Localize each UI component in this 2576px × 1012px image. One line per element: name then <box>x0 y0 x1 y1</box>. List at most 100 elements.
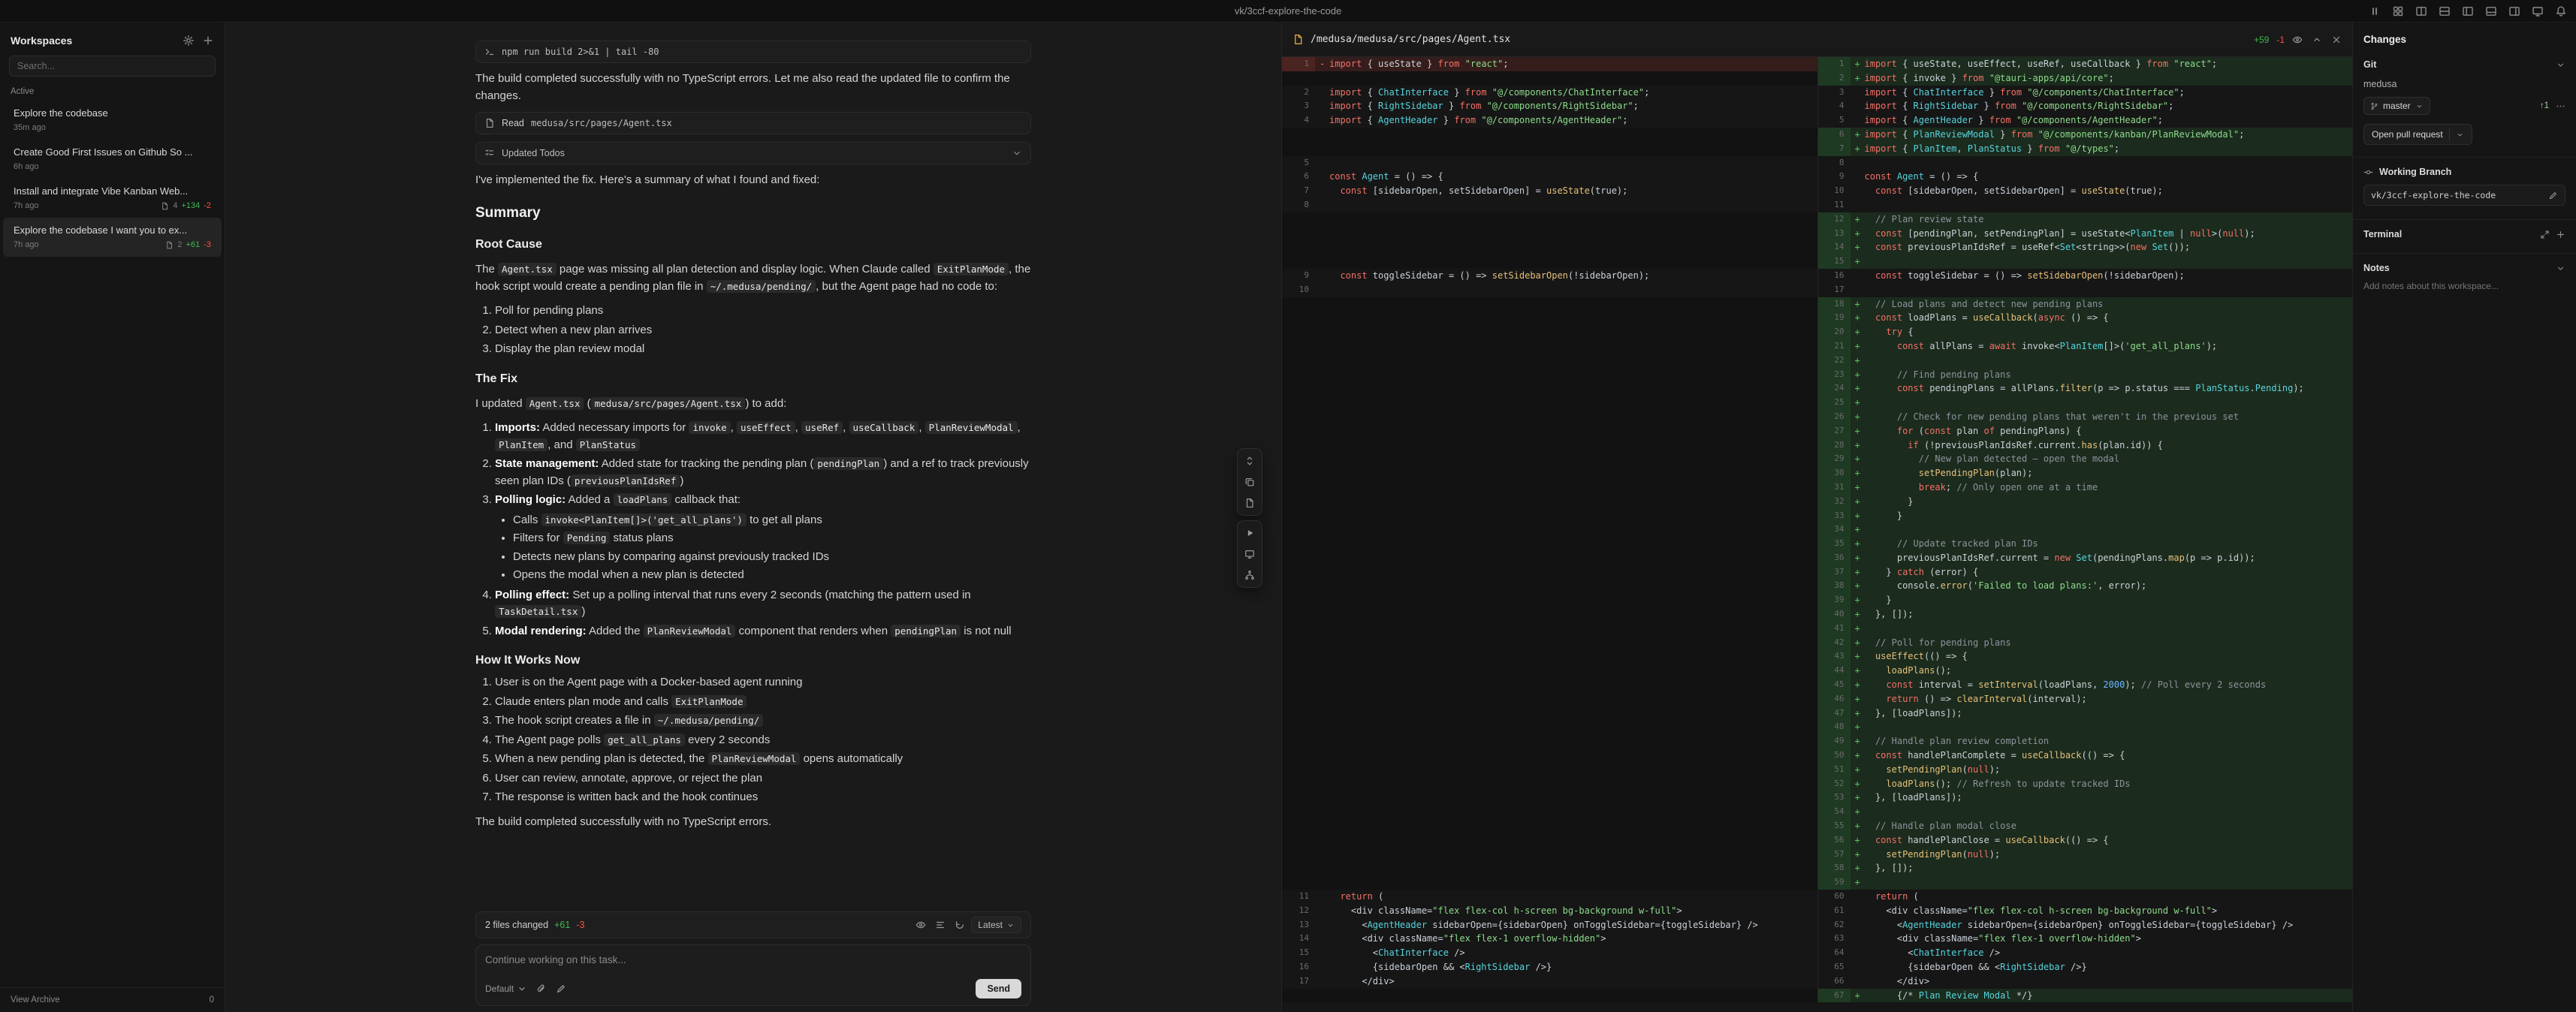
grid-icon[interactable] <box>2392 5 2404 17</box>
diff-row: 17 </div>66 </div> <box>1282 974 2352 989</box>
monitor-icon[interactable] <box>2532 5 2544 17</box>
inline-code: ~/.medusa/pending/ <box>707 280 816 293</box>
inline-code: useEffect <box>737 421 795 434</box>
settings-icon[interactable] <box>182 35 195 47</box>
message-composer[interactable]: Default Send <box>475 944 1031 1006</box>
new-terminal-icon[interactable] <box>2556 230 2565 239</box>
list-icon[interactable] <box>935 920 946 930</box>
inline-code: invoke <box>689 421 730 434</box>
workspace-item[interactable]: Explore the codebase I want you to ex...… <box>3 218 222 257</box>
chevron-down-icon[interactable] <box>2556 264 2565 273</box>
send-button[interactable]: Send <box>976 979 1021 998</box>
panel-right-icon[interactable] <box>2508 5 2520 17</box>
list-item: Detect when a new plan arrives <box>495 322 1031 339</box>
diff-row: 25+ <box>1282 396 2352 410</box>
list-item: State management: Added state for tracki… <box>495 456 1031 489</box>
bell-icon[interactable] <box>2555 5 2567 17</box>
git-section-header[interactable]: Git <box>2353 53 2576 76</box>
monitor-icon[interactable] <box>1240 544 1259 564</box>
workspace-title: Install and integrate Vibe Kanban Web... <box>14 185 211 197</box>
workspace-item[interactable]: Install and integrate Vibe Kanban Web...… <box>3 179 222 218</box>
diff-row: 1-import { useState } from "react";1+imp… <box>1282 57 2352 71</box>
search-box[interactable] <box>9 56 216 77</box>
sidebar-title: Workspaces <box>11 35 175 47</box>
terminal-section-header[interactable]: Terminal <box>2353 223 2576 245</box>
chevron-down-icon[interactable] <box>1012 148 1022 158</box>
panel-bottom-icon[interactable] <box>2485 5 2497 17</box>
tool-call-chip[interactable]: npm run build 2>&1 | tail -80 <box>475 41 1031 63</box>
search-input[interactable] <box>17 61 207 71</box>
inline-code: Pending <box>563 532 611 544</box>
workspace-time: 7h ago <box>14 240 39 249</box>
eye-icon[interactable] <box>915 920 926 930</box>
fork-icon[interactable] <box>1240 565 1259 585</box>
inline-code: ExitPlanMode <box>671 695 747 708</box>
tool-label: Read <box>502 116 524 131</box>
file-icon[interactable] <box>1240 493 1259 513</box>
view-archive-link[interactable]: View Archive <box>11 995 60 1004</box>
chat-list: Imports: Added necessary imports for inv… <box>478 420 1031 640</box>
workspace-time: 6h ago <box>14 162 39 171</box>
columns-icon[interactable] <box>2415 5 2427 17</box>
undo-icon[interactable] <box>955 920 965 930</box>
model-selector[interactable]: Default <box>485 983 527 994</box>
workspaces-sidebar: Workspaces Active Explore the codebase35… <box>0 23 225 1012</box>
notes-section-header[interactable]: Notes <box>2353 257 2576 279</box>
diff-panel: /medusa/medusa/src/pages/Agent.tsx +59 -… <box>1281 23 2352 1012</box>
commits-ahead-badge: ↑1 <box>2540 101 2549 110</box>
chat-transcript: npm run build 2>&1 | tail -80The build c… <box>475 23 1031 911</box>
diff-row: 32+ } <box>1282 495 2352 509</box>
attach-icon[interactable] <box>536 983 547 994</box>
play-icon[interactable] <box>1240 523 1259 543</box>
chat-list: Poll for pending plansDetect when a new … <box>478 303 1031 358</box>
diff-row: 44+ loadPlans(); <box>1282 664 2352 678</box>
open-pull-request-button[interactable]: Open pull request <box>2363 124 2472 145</box>
diff-row: 23+ // Find pending plans <box>1282 368 2352 382</box>
changes-panel: Changes Git medusa master ↑1 <box>2352 23 2576 1012</box>
diff-row: 27+ for (const plan of pendingPlans) { <box>1282 424 2352 438</box>
terminal-icon <box>484 47 495 57</box>
diff-row: 49+ // Handle plan review completion <box>1282 734 2352 748</box>
expand-terminal-icon[interactable] <box>2540 230 2550 239</box>
workspace-title: Create Good First Issues on Github So ..… <box>14 146 211 158</box>
list-subitem: Opens the modal when a new plan is detec… <box>513 567 1031 584</box>
workspace-item[interactable]: Explore the codebase35m ago <box>3 101 222 140</box>
panel-left-icon[interactable] <box>2462 5 2474 17</box>
workspace-item[interactable]: Create Good First Issues on Github So ..… <box>3 140 222 179</box>
diff-row: 22+ <box>1282 354 2352 368</box>
files-changed-bar[interactable]: 2 files changed +61 -3 Latest <box>475 911 1031 938</box>
list-item: The response is written back and the hoo… <box>495 789 1031 806</box>
diff-row: 24+ const pendingPlans = allPlans.filter… <box>1282 381 2352 396</box>
new-workspace-icon[interactable] <box>202 35 214 47</box>
diff-content[interactable]: 1-import { useState } from "react";1+imp… <box>1282 57 2352 1012</box>
inline-code: useCallback <box>849 421 919 434</box>
pause-icon[interactable] <box>2369 5 2381 17</box>
edit-icon[interactable] <box>556 983 566 994</box>
edit-branch-icon[interactable] <box>2548 191 2558 200</box>
list-item: The Agent page polls get_all_plans every… <box>495 732 1031 749</box>
close-icon[interactable] <box>2331 35 2342 45</box>
copy-icon[interactable] <box>1240 472 1259 492</box>
working-branch-field[interactable]: vk/3ccf-explore-the-code <box>2363 185 2565 206</box>
list-item: Modal rendering: Added the PlanReviewMod… <box>495 623 1031 640</box>
tool-call-chip[interactable]: Updated Todos <box>475 142 1031 164</box>
diff-row: 28+ if (!previousPlanIdsRef.current.has(… <box>1282 438 2352 453</box>
diff-row: 39+ } <box>1282 593 2352 607</box>
eye-icon[interactable] <box>2292 35 2303 45</box>
diff-row: 31+ break; // Only open one at a time <box>1282 480 2352 495</box>
notes-placeholder[interactable]: Add notes about this workspace... <box>2353 279 2576 293</box>
inline-code: invoke<PlanItem[]>('get_all_plans') <box>541 514 747 526</box>
chevron-up-icon[interactable] <box>2312 35 2322 45</box>
archive-count: 0 <box>210 995 214 1004</box>
unfold-icon[interactable] <box>1240 451 1259 471</box>
more-options-icon[interactable] <box>2556 101 2565 111</box>
inline-code: previousPlanIdsRef <box>571 474 680 487</box>
chat-scroll-area[interactable]: npm run build 2>&1 | tail -80The build c… <box>225 23 1281 911</box>
rows-icon[interactable] <box>2439 5 2451 17</box>
message-input[interactable] <box>485 954 1021 965</box>
branch-selector[interactable]: master <box>2363 97 2430 115</box>
latest-dropdown[interactable]: Latest <box>971 917 1021 933</box>
chevron-down-icon[interactable] <box>2556 60 2565 70</box>
tool-call-chip[interactable]: Readmedusa/src/pages/Agent.tsx <box>475 112 1031 134</box>
diff-row: 15+ <box>1282 255 2352 269</box>
